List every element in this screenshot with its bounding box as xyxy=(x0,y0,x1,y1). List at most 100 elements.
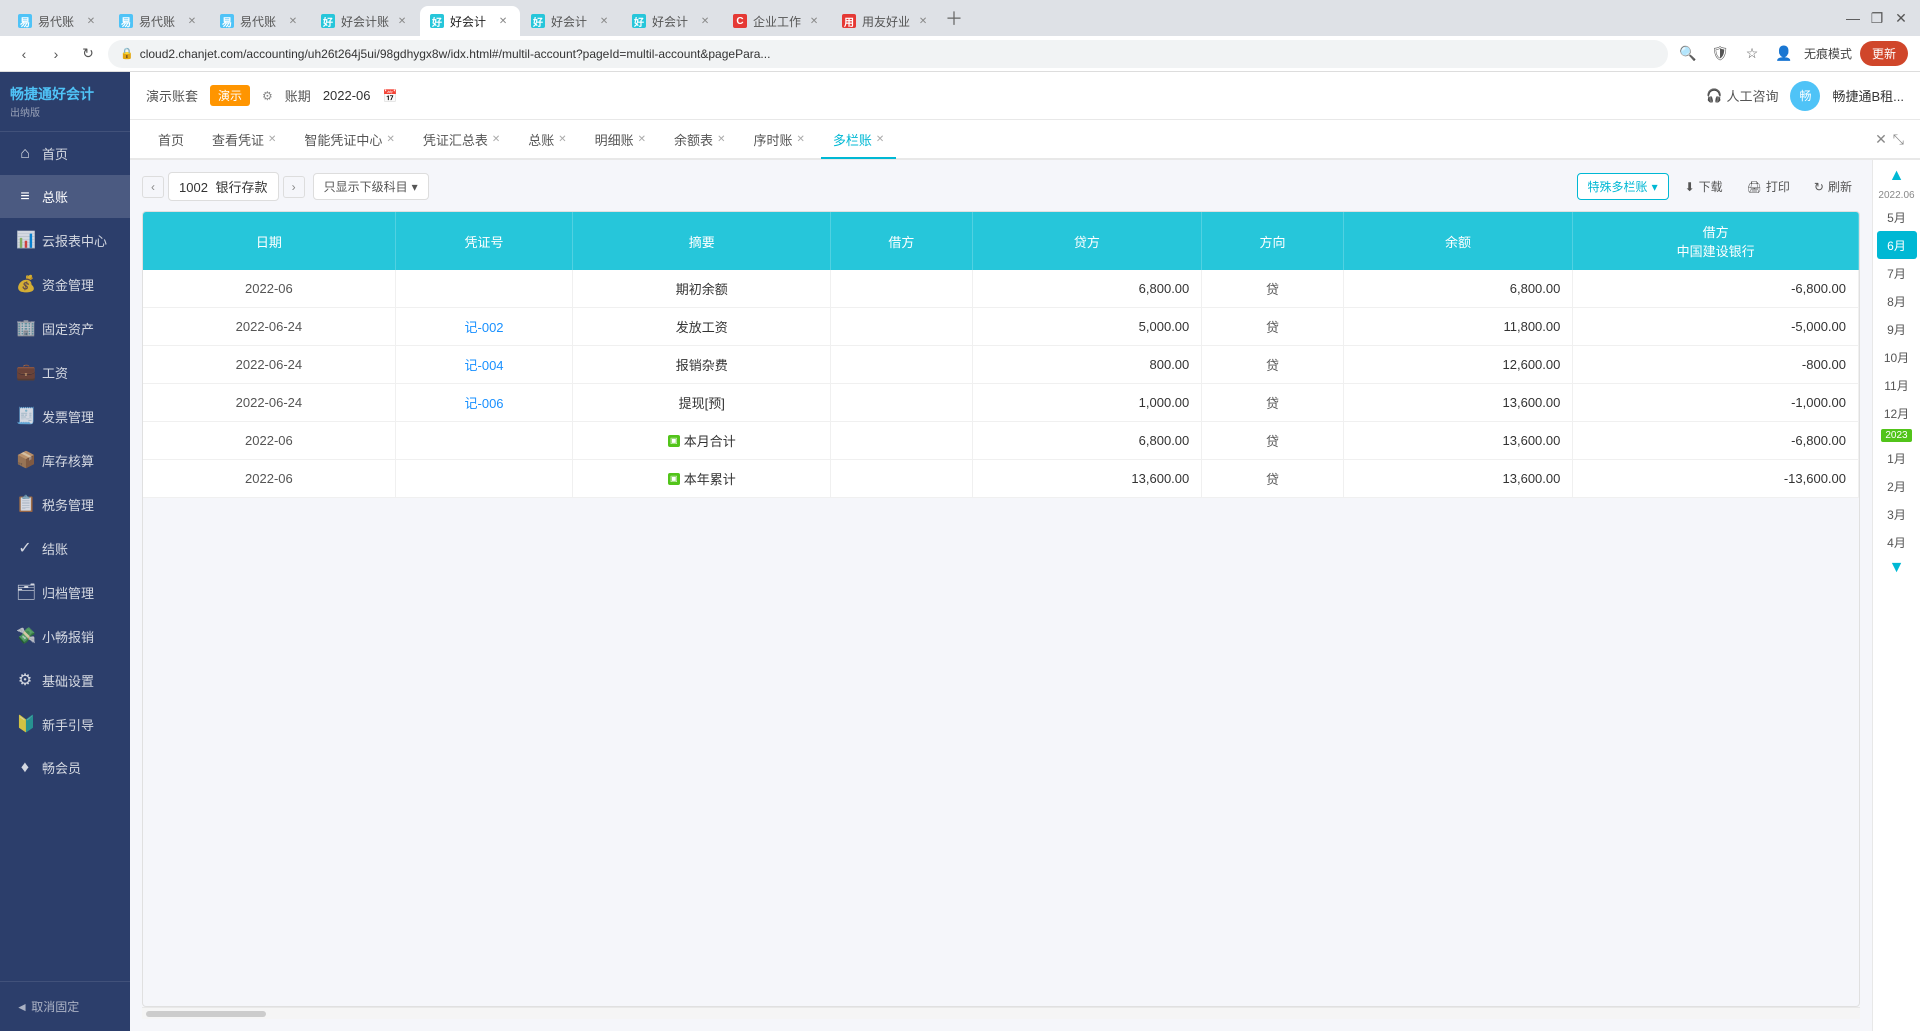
nav-tab-summary[interactable]: 凭证汇总表✕ xyxy=(411,122,512,159)
bookmark-icon[interactable]: ☆ xyxy=(1740,42,1764,66)
horizontal-scrollbar[interactable] xyxy=(142,1007,1860,1019)
tab-close-icon[interactable]: ✕ xyxy=(916,14,930,28)
nav-tab-sequence[interactable]: 序时账✕ xyxy=(741,122,816,159)
shield-icon: 🛡 xyxy=(1708,42,1732,66)
sidebar-item-report[interactable]: 📊 云报表中心 xyxy=(0,218,130,262)
cal-month-2023-1月[interactable]: 1月 xyxy=(1877,444,1917,472)
nav-tab-close-smart[interactable]: ✕ xyxy=(386,134,394,145)
refresh-nav-button[interactable]: ↻ xyxy=(76,42,100,66)
forward-button[interactable]: › xyxy=(44,42,68,66)
browser-tab-1[interactable]: 易 易代账 ✕ xyxy=(8,6,108,36)
browser-tab-8[interactable]: C 企业工作 ✕ xyxy=(723,6,831,36)
tab-close-icon[interactable]: ✕ xyxy=(698,14,712,28)
sidebar-item-home[interactable]: ⌂ 首页 xyxy=(0,132,130,175)
tab-close-icon[interactable]: ✕ xyxy=(185,14,199,28)
expand-icon[interactable]: ⤡ xyxy=(1893,131,1904,148)
minimize-button[interactable]: — xyxy=(1842,7,1864,29)
tab-close-icon[interactable]: ✕ xyxy=(496,14,510,28)
tab-close-icon[interactable]: ✕ xyxy=(807,14,821,28)
nav-tab-home[interactable]: 首页 xyxy=(146,122,196,159)
cell-balance: 6,800.00 xyxy=(1343,270,1573,308)
cal-month-2022-7月[interactable]: 7月 xyxy=(1877,259,1917,287)
cal-month-2022-5月[interactable]: 5月 xyxy=(1877,203,1917,231)
cell-voucher[interactable]: 记-006 xyxy=(395,384,573,422)
col-date: 日期 xyxy=(143,212,395,270)
tab-close-icon[interactable]: ✕ xyxy=(597,14,611,28)
scroll-thumb[interactable] xyxy=(146,1011,266,1017)
profile-icon[interactable]: 👤 xyxy=(1772,42,1796,66)
close-button[interactable]: ✕ xyxy=(1890,7,1912,29)
special-button[interactable]: 特殊多栏账 ▾ xyxy=(1577,173,1669,200)
next-account-button[interactable]: › xyxy=(283,176,305,198)
back-button[interactable]: ‹ xyxy=(12,42,36,66)
tab-close-icon[interactable]: ✕ xyxy=(395,14,409,28)
sidebar-item-salary[interactable]: 💼 工资 xyxy=(0,350,130,394)
prev-account-button[interactable]: ‹ xyxy=(142,176,164,198)
sidebar-item-close[interactable]: ✓ 结账 xyxy=(0,526,130,570)
nav-tab-close-vouchers[interactable]: ✕ xyxy=(268,134,276,145)
nav-tab-close-summary[interactable]: ✕ xyxy=(492,134,500,145)
nav-tab-close-general[interactable]: ✕ xyxy=(558,134,566,145)
search-icon[interactable]: 🔍 xyxy=(1676,42,1700,66)
browser-tab-5[interactable]: 好 好会计 ✕ xyxy=(420,6,520,36)
download-button[interactable]: ⬇ 下载 xyxy=(1677,174,1731,199)
sidebar-item-archive[interactable]: 🗂 归档管理 xyxy=(0,570,130,614)
browser-tab-3[interactable]: 易 易代账 ✕ xyxy=(210,6,310,36)
consult-button[interactable]: 🎧 人工咨询 xyxy=(1706,86,1778,105)
cell-voucher[interactable]: 记-002 xyxy=(395,308,573,346)
sidebar-item-asset[interactable]: 🏢 固定资产 xyxy=(0,306,130,350)
print-button[interactable]: 🖨 打印 xyxy=(1739,174,1798,199)
cal-month-2023-4月[interactable]: 4月 xyxy=(1877,528,1917,556)
tab-close-icon[interactable]: ✕ xyxy=(286,14,300,28)
nav-tab-close-detail[interactable]: ✕ xyxy=(638,134,646,145)
collapse-icon[interactable]: ✕ xyxy=(1875,131,1887,148)
browser-tab-9[interactable]: 用 用友好业 ✕ xyxy=(832,6,940,36)
browser-tab-2[interactable]: 易 易代账 ✕ xyxy=(109,6,209,36)
wuhen-mode[interactable]: 无痕模式 xyxy=(1804,45,1852,62)
cal-month-2022-10月[interactable]: 10月 xyxy=(1877,343,1917,371)
nav-tab-close-balance[interactable]: ✕ xyxy=(717,134,725,145)
nav-tab-close-sequence[interactable]: ✕ xyxy=(796,134,804,145)
nav-tab-balance[interactable]: 余额表✕ xyxy=(662,122,737,159)
settings-icon[interactable]: ⚙ xyxy=(262,89,273,103)
sidebar-item-tax[interactable]: 📋 税务管理 xyxy=(0,482,130,526)
cell-voucher[interactable]: 记-004 xyxy=(395,346,573,384)
nav-tab-multi[interactable]: 多栏账✕ xyxy=(821,122,896,159)
new-tab-button[interactable]: ＋ xyxy=(940,4,968,32)
nav-tab-vouchers[interactable]: 查看凭证✕ xyxy=(200,122,288,159)
nav-tab-detail[interactable]: 明细账✕ xyxy=(583,122,658,159)
nav-tab-label-home: 首页 xyxy=(158,130,184,149)
nav-tab-general[interactable]: 总账✕ xyxy=(516,122,578,159)
sidebar-item-fund[interactable]: 💰 资金管理 xyxy=(0,262,130,306)
nav-tab-close-multi[interactable]: ✕ xyxy=(876,134,884,145)
browser-tab-7[interactable]: 好 好会计 ✕ xyxy=(622,6,722,36)
sidebar-item-member[interactable]: ♦ 畅会员 xyxy=(0,746,130,789)
sidebar-item-ledger[interactable]: ≡ 总账 xyxy=(0,175,130,218)
calendar-down-button[interactable]: ▼ xyxy=(1882,556,1912,580)
url-bar[interactable]: 🔒 cloud2.chanjet.com/accounting/uh26t264… xyxy=(108,40,1668,68)
calendar-up-button[interactable]: ▲ xyxy=(1882,164,1912,188)
cal-month-2023-3月[interactable]: 3月 xyxy=(1877,500,1917,528)
cal-month-2022-12月[interactable]: 12月 xyxy=(1877,399,1917,427)
sidebar-item-inventory[interactable]: 📦 库存核算 xyxy=(0,438,130,482)
tab-close-icon[interactable]: ✕ xyxy=(84,14,98,28)
sidebar-item-expense[interactable]: 💸 小畅报销 xyxy=(0,614,130,658)
account-selector[interactable]: 1002 银行存款 xyxy=(168,172,279,201)
cal-month-2022-9月[interactable]: 9月 xyxy=(1877,315,1917,343)
refresh-button[interactable]: ↻ 刷新 xyxy=(1806,174,1860,199)
cal-month-2022-11月[interactable]: 11月 xyxy=(1877,371,1917,399)
cal-month-2022-8月[interactable]: 8月 xyxy=(1877,287,1917,315)
cal-month-2022-6月[interactable]: 6月 xyxy=(1877,231,1917,259)
sidebar-item-guide[interactable]: 🔰 新手引导 xyxy=(0,702,130,746)
sidebar-item-settings[interactable]: ⚙ 基础设置 xyxy=(0,658,130,702)
browser-tab-4[interactable]: 好 好会计账 ✕ xyxy=(311,6,419,36)
cal-month-2023-2月[interactable]: 2月 xyxy=(1877,472,1917,500)
update-button[interactable]: 更新 xyxy=(1860,41,1908,66)
nav-tab-smart[interactable]: 智能凭证中心✕ xyxy=(292,122,406,159)
sidebar-item-invoice[interactable]: 🧾 发票管理 xyxy=(0,394,130,438)
calendar-icon[interactable]: 📅 xyxy=(383,89,398,103)
browser-tab-6[interactable]: 好 好会计 ✕ xyxy=(521,6,621,36)
filter-button[interactable]: 只显示下级科目 ▾ xyxy=(313,173,429,200)
pin-button[interactable]: ◄ 取消固定 xyxy=(0,990,130,1023)
maximize-button[interactable]: ❐ xyxy=(1866,7,1888,29)
